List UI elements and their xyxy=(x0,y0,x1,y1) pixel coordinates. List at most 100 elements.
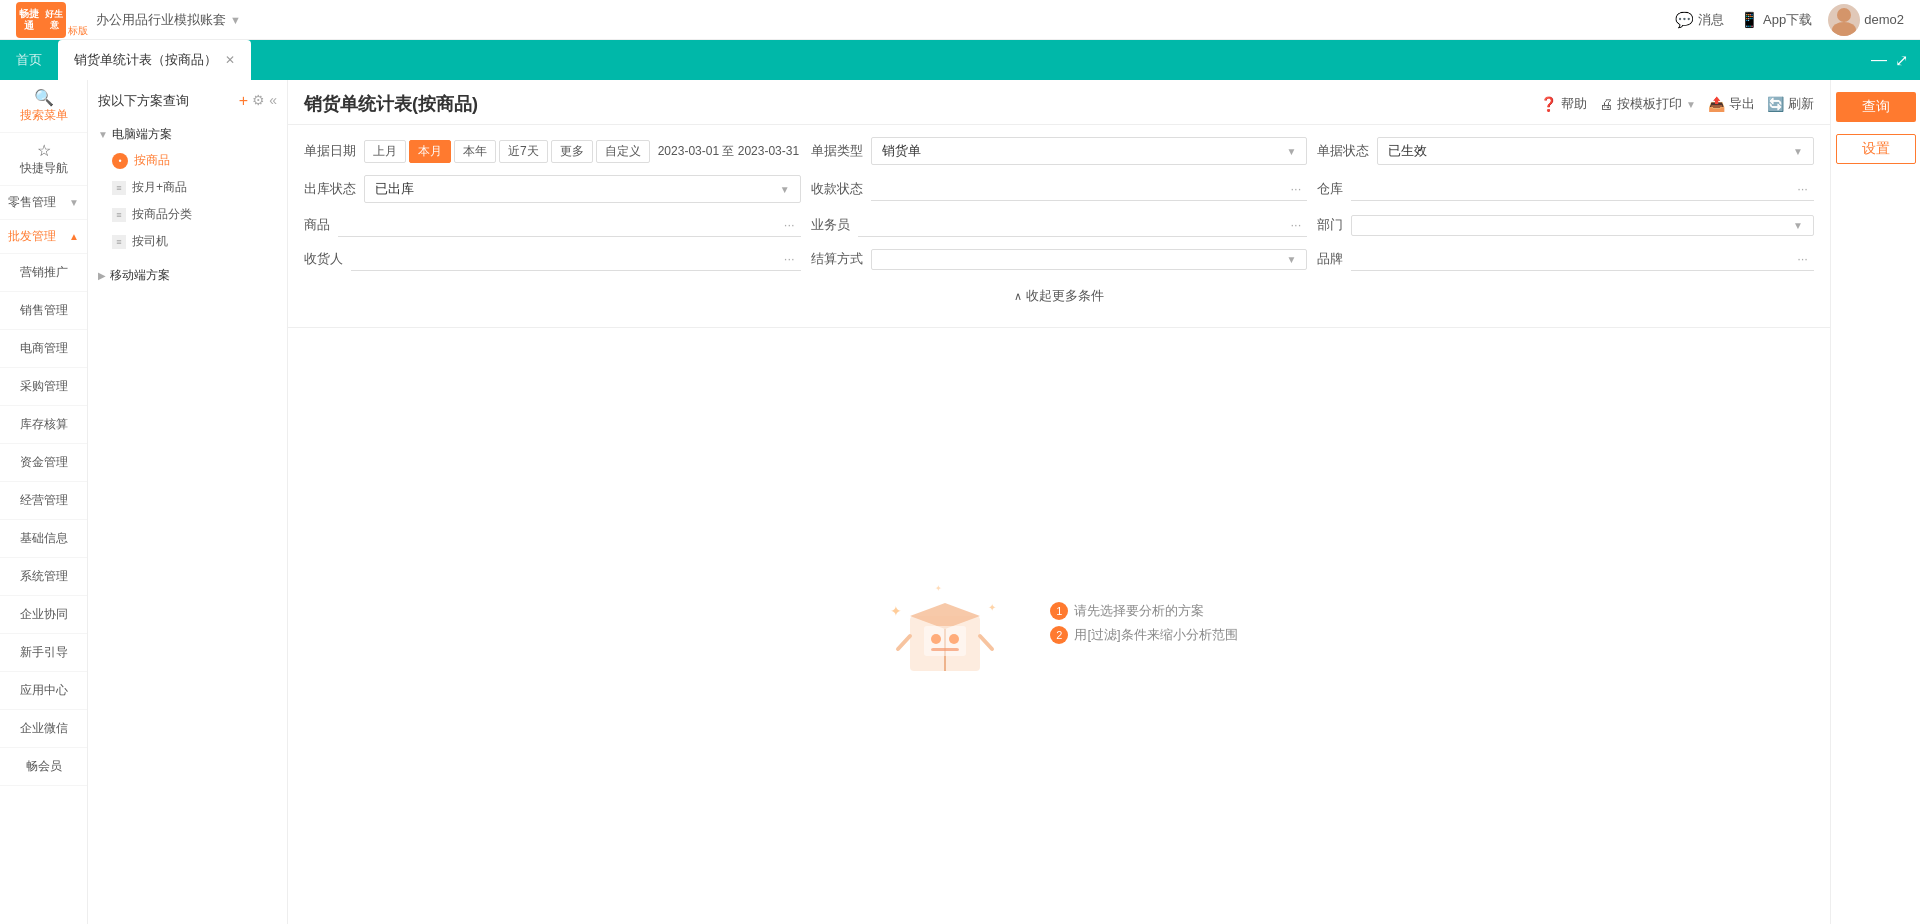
mobile-section-arrow: ▶ xyxy=(98,270,106,281)
sidebar-item-inventory[interactable]: 库存核算 xyxy=(0,406,87,444)
tab-close-icon[interactable]: ✕ xyxy=(225,53,235,67)
search-icon: 🔍 xyxy=(34,89,54,106)
receiver-dots: ··· xyxy=(784,251,795,266)
collapse-row: ∧ 收起更多条件 xyxy=(304,277,1814,315)
svg-point-7 xyxy=(949,634,959,644)
tab-bar: 首页 销货单统计表（按商品） ✕ — ⤢ xyxy=(0,40,1920,80)
sidebar-item-finance[interactable]: 资金管理 xyxy=(0,444,87,482)
inventory-label: 库存核算 xyxy=(20,417,68,431)
sidebar-quick-nav[interactable]: ☆ 快捷导航 xyxy=(0,133,87,186)
date-btn-last-month[interactable]: 上月 xyxy=(364,140,406,163)
minimize-icon[interactable]: — xyxy=(1871,51,1887,69)
date-quick-btns: 上月 本月 本年 近7天 更多 自定义 xyxy=(364,140,650,163)
sidebar-item-apps[interactable]: 应用中心 xyxy=(0,672,87,710)
empty-illustration: ✦ ✦ ✦ xyxy=(880,561,1010,691)
brand-input[interactable]: ··· xyxy=(1351,247,1814,271)
collapse-button[interactable]: ∧ 收起更多条件 xyxy=(1008,281,1110,311)
receipt-status-filter-group: 收款状态 ··· xyxy=(811,177,1308,201)
scheme-section-mobile-header[interactable]: ▶ 移动端方案 xyxy=(88,263,287,288)
system-label: 系统管理 xyxy=(20,569,68,583)
receiver-input[interactable]: ··· xyxy=(351,247,801,271)
refresh-button[interactable]: 🔄 刷新 xyxy=(1767,95,1814,113)
sidebar-item-wechat[interactable]: 企业微信 xyxy=(0,710,87,748)
scheme-item-by-cashier[interactable]: ≡ 按司机 xyxy=(88,228,287,255)
sidebar-item-retail[interactable]: 零售管理 ▼ xyxy=(0,186,87,220)
maximize-icon[interactable]: ⤢ xyxy=(1895,51,1908,70)
scheme-section-pc: ▼ 电脑端方案 • 按商品 ≡ 按月+商品 ≡ 按商品分类 ≡ 按司机 xyxy=(88,118,287,259)
retail-label: 零售管理 xyxy=(8,194,56,211)
payment-select[interactable]: ▼ xyxy=(871,249,1308,270)
sidebar-item-purchase[interactable]: 采购管理 xyxy=(0,368,87,406)
scheme-section-mobile: ▶ 移动端方案 xyxy=(88,259,287,292)
product-input[interactable]: ··· xyxy=(338,213,801,237)
wholesale-label: 批发管理 xyxy=(8,228,56,245)
svg-rect-5 xyxy=(924,626,966,656)
sidebar-item-system[interactable]: 系统管理 xyxy=(0,558,87,596)
warehouse-input[interactable]: ··· xyxy=(1351,177,1814,201)
warehouse-label: 仓库 xyxy=(1317,180,1343,198)
pc-section-arrow: ▼ xyxy=(98,129,108,140)
receiver-label: 收货人 xyxy=(304,250,343,268)
dept-filter-group: 部门 ▼ xyxy=(1317,215,1814,236)
scheme-item-by-product[interactable]: • 按商品 xyxy=(88,147,287,174)
app-logo: 畅捷通 好生意 xyxy=(16,2,66,38)
top-bar: 畅捷通 好生意 标版 办公用品行业模拟账套 ▼ 💬 消息 📱 App下载 dem… xyxy=(0,0,1920,40)
date-btn-custom[interactable]: 自定义 xyxy=(596,140,650,163)
template-print-button[interactable]: 🖨 按模板打印 ▼ xyxy=(1599,95,1696,113)
scheme-item-by-month-product[interactable]: ≡ 按月+商品 xyxy=(88,174,287,201)
receipt-status-dots: ··· xyxy=(1290,181,1301,196)
svg-rect-8 xyxy=(931,648,959,651)
ecommerce-label: 电商管理 xyxy=(20,341,68,355)
operations-label: 经营管理 xyxy=(20,493,68,507)
dept-select[interactable]: ▼ xyxy=(1351,215,1814,236)
add-scheme-button[interactable]: + xyxy=(239,92,248,110)
user-menu[interactable]: demo2 xyxy=(1828,4,1904,36)
scheme-item-by-category[interactable]: ≡ 按商品分类 xyxy=(88,201,287,228)
scheme-section-pc-header[interactable]: ▼ 电脑端方案 xyxy=(88,122,287,147)
app-download-button[interactable]: 📱 App下载 xyxy=(1740,11,1812,29)
doc-status-select[interactable]: 已生效 ▼ xyxy=(1377,137,1814,165)
sidebar-item-ecommerce[interactable]: 电商管理 xyxy=(0,330,87,368)
top-bar-left: 畅捷通 好生意 标版 办公用品行业模拟账套 ▼ xyxy=(16,2,241,38)
payment-filter-group: 结算方式 ▼ xyxy=(811,249,1308,270)
date-btn-more[interactable]: 更多 xyxy=(551,140,593,163)
salesman-input[interactable]: ··· xyxy=(858,213,1308,237)
sidebar-item-operations[interactable]: 经营管理 xyxy=(0,482,87,520)
dept-arrow: ▼ xyxy=(1793,220,1803,231)
member-label: 畅会员 xyxy=(26,759,62,773)
sidebar-item-onboarding[interactable]: 新手引导 xyxy=(0,634,87,672)
receipt-status-input[interactable]: ··· xyxy=(871,177,1308,201)
sidebar-item-member[interactable]: 畅会员 xyxy=(0,748,87,786)
empty-hints: 1 请先选择要分析的方案 2 用[过滤]条件来缩小分析范围 xyxy=(1050,602,1237,650)
tab-sales-stats[interactable]: 销货单统计表（按商品） ✕ xyxy=(58,40,251,80)
query-button[interactable]: 查询 xyxy=(1836,92,1916,122)
sidebar-item-marketing[interactable]: 营销推广 xyxy=(0,254,87,292)
scheme-icon: ≡ xyxy=(112,208,126,222)
breadcrumb[interactable]: 办公用品行业模拟账套 ▼ xyxy=(96,11,241,29)
date-btn-this-month[interactable]: 本月 xyxy=(409,140,451,163)
collapse-scheme-button[interactable]: « xyxy=(269,92,277,110)
basic-label: 基础信息 xyxy=(20,531,68,545)
out-status-arrow: ▼ xyxy=(780,184,790,195)
sidebar-item-enterprise[interactable]: 企业协同 xyxy=(0,596,87,634)
sidebar-item-basic[interactable]: 基础信息 xyxy=(0,520,87,558)
page-header: 销货单统计表(按商品) ❓ 帮助 🖨 按模板打印 ▼ 📤 导出 xyxy=(288,80,1830,125)
out-status-select[interactable]: 已出库 ▼ xyxy=(364,175,801,203)
export-icon: 📤 xyxy=(1708,96,1725,112)
sidebar-item-sales[interactable]: 销售管理 xyxy=(0,292,87,330)
settings-button[interactable]: 设置 xyxy=(1836,134,1916,164)
purchase-label: 采购管理 xyxy=(20,379,68,393)
tab-home[interactable]: 首页 xyxy=(0,40,58,80)
svg-point-0 xyxy=(1837,8,1851,22)
date-btn-this-year[interactable]: 本年 xyxy=(454,140,496,163)
chevron-up-icon: ▲ xyxy=(69,231,79,242)
payment-arrow: ▼ xyxy=(1286,254,1296,265)
sidebar-item-wholesale[interactable]: 批发管理 ▲ xyxy=(0,220,87,254)
sidebar-search[interactable]: 🔍 搜索菜单 xyxy=(0,80,87,133)
help-button[interactable]: ❓ 帮助 xyxy=(1540,95,1587,113)
settings-scheme-button[interactable]: ⚙ xyxy=(252,92,265,110)
date-btn-7-days[interactable]: 近7天 xyxy=(499,140,548,163)
doc-type-select[interactable]: 销货单 ▼ xyxy=(871,137,1308,165)
message-button[interactable]: 💬 消息 xyxy=(1675,11,1724,29)
export-button[interactable]: 📤 导出 xyxy=(1708,95,1755,113)
